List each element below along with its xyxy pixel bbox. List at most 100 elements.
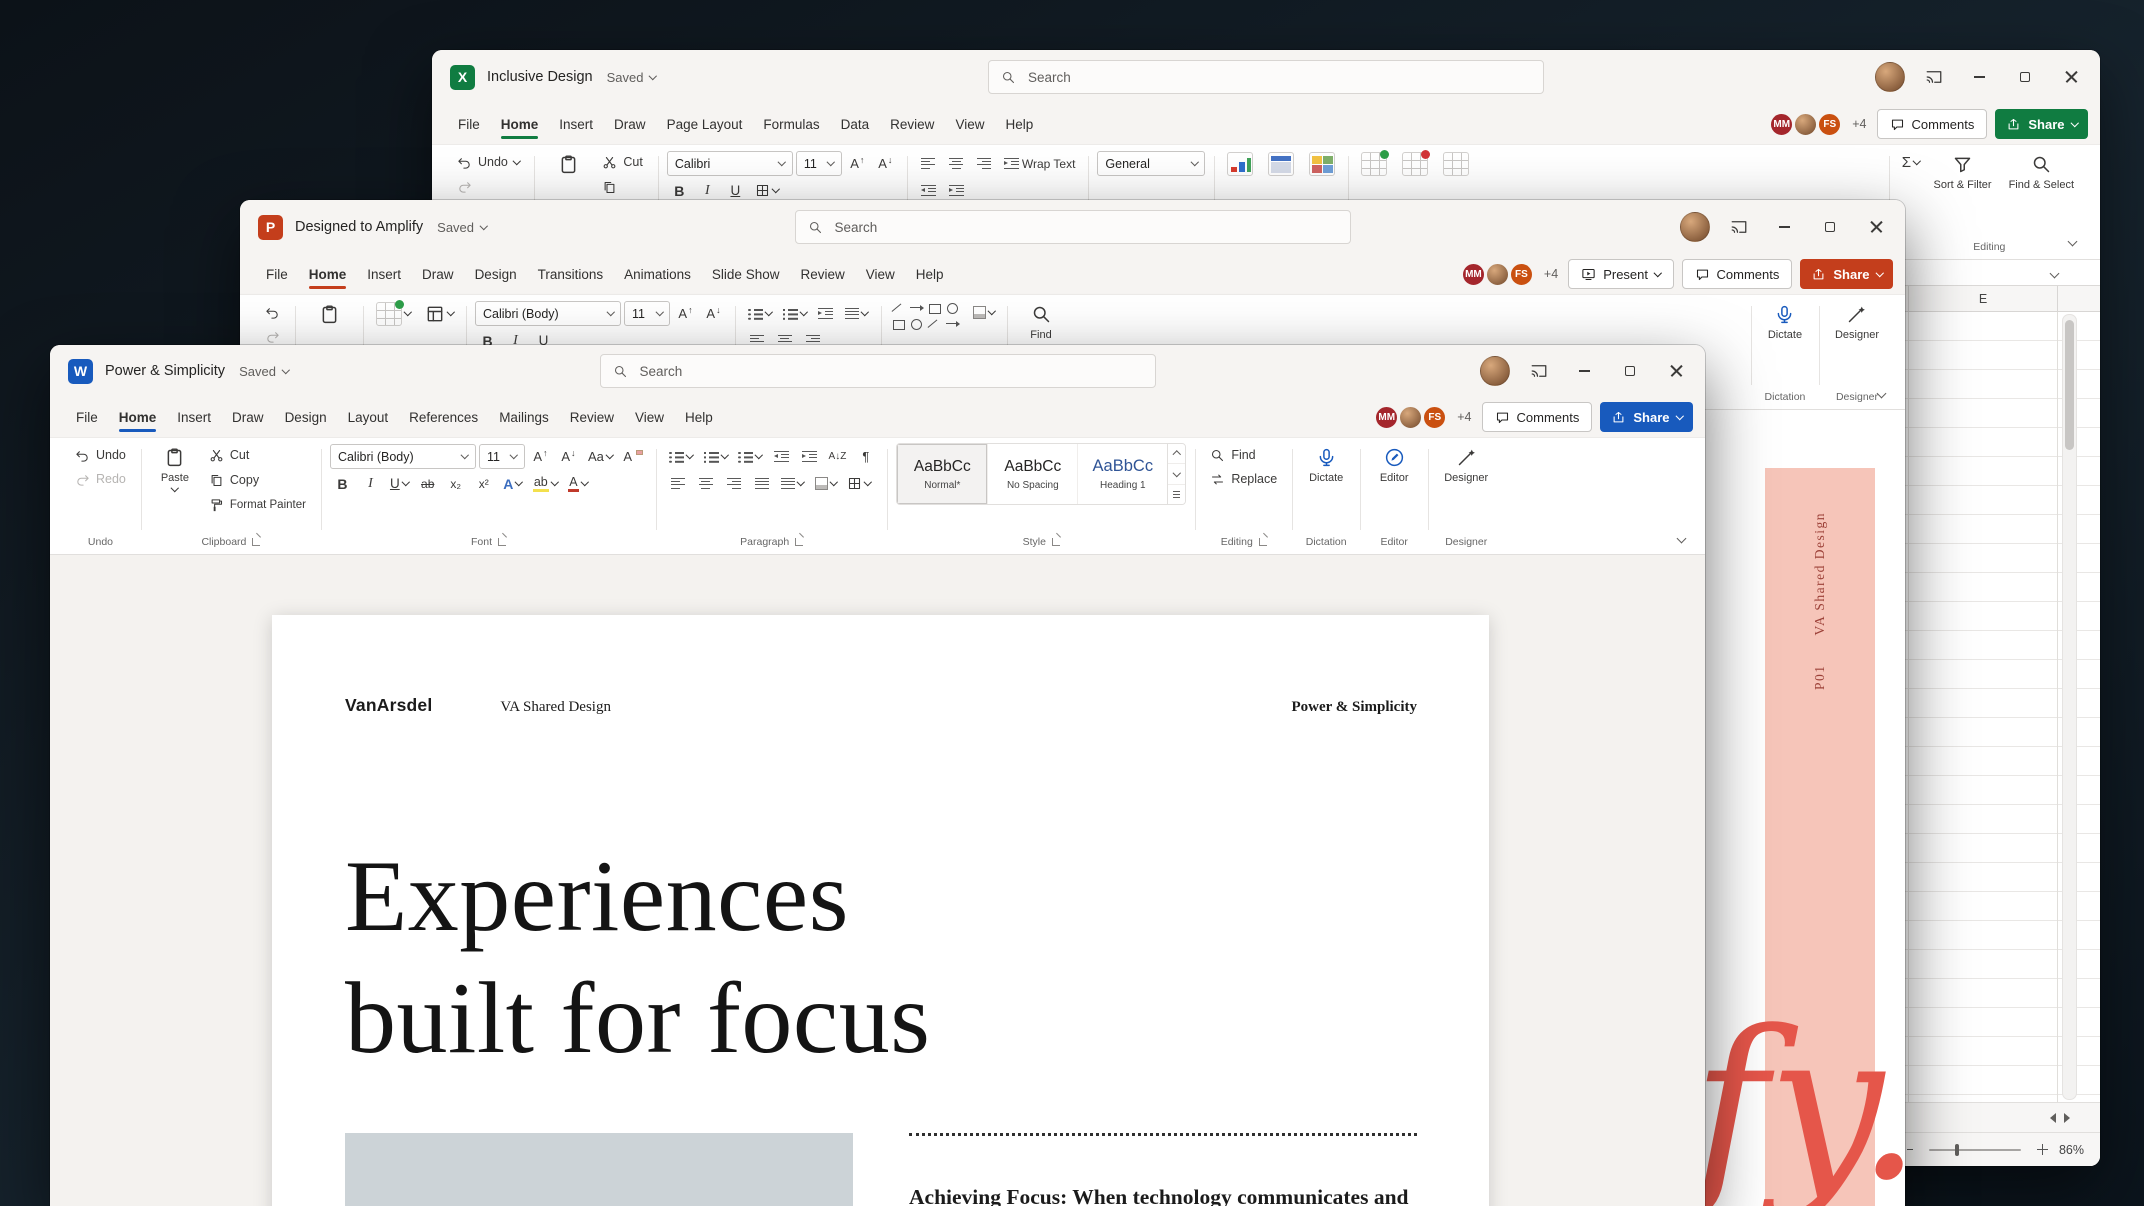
ppt-tab-transitions[interactable]: Transitions	[528, 258, 614, 291]
shape-icon[interactable]	[926, 316, 943, 331]
zoom-in-button[interactable]	[2031, 1141, 2049, 1159]
shape-fill-button[interactable]	[969, 300, 999, 325]
copy-button[interactable]: Copy	[203, 468, 265, 492]
style-scroll-up-button[interactable]	[1168, 444, 1186, 464]
clear-formatting-button[interactable]: A	[619, 444, 647, 469]
ppt-tab-animations[interactable]: Animations	[614, 258, 701, 291]
ppt-tab-slide-show[interactable]: Slide Show	[702, 258, 790, 291]
insert-cells-button[interactable]	[1357, 149, 1391, 176]
ppt-tab-home[interactable]: Home	[299, 258, 357, 291]
word-tab-home[interactable]: Home	[109, 401, 167, 434]
account-avatar-button[interactable]	[1473, 345, 1517, 397]
vertical-scrollbar[interactable]	[2062, 314, 2077, 1100]
rectangle-shape-icon[interactable]	[926, 300, 943, 315]
maximize-button[interactable]	[1607, 345, 1653, 397]
align-center-button[interactable]	[693, 471, 718, 496]
text-effects-button[interactable]: A	[499, 471, 526, 496]
word-tab-insert[interactable]: Insert	[167, 401, 221, 434]
designer-button[interactable]: Designer	[1437, 443, 1495, 484]
presence-avatar-mm[interactable]: MM	[1460, 261, 1486, 287]
excel-tab-home[interactable]: Home	[491, 108, 549, 141]
maximize-button[interactable]	[1807, 200, 1853, 254]
collapse-ribbon-button[interactable]	[1672, 529, 1691, 546]
shading-button[interactable]	[811, 471, 841, 496]
format-as-table-button[interactable]	[1264, 151, 1298, 176]
style-scroll-down-button[interactable]	[1168, 463, 1186, 484]
copy-button[interactable]	[596, 175, 623, 199]
arrow-shape-icon[interactable]	[908, 300, 925, 315]
excel-tab-view[interactable]: View	[945, 108, 994, 141]
number-format-combo[interactable]: General	[1097, 151, 1206, 176]
minimize-button[interactable]	[1761, 200, 1807, 254]
ppt-tab-insert[interactable]: Insert	[357, 258, 411, 291]
excel-tab-data[interactable]: Data	[831, 108, 880, 141]
decrease-indent-button[interactable]	[769, 444, 794, 469]
account-avatar-button[interactable]	[1673, 200, 1717, 254]
cast-icon[interactable]	[1517, 345, 1561, 397]
presence-avatar-fs[interactable]: FS	[1817, 111, 1843, 137]
word-tab-view[interactable]: View	[625, 401, 674, 434]
ppt-tab-view[interactable]: View	[856, 258, 905, 291]
borders-button[interactable]	[843, 471, 875, 496]
new-slide-button[interactable]	[372, 299, 415, 326]
line-shape-icon[interactable]	[890, 300, 907, 315]
shrink-font-button[interactable]: A ↓	[556, 444, 581, 469]
ppt-tab-file[interactable]: File	[256, 258, 298, 291]
grow-font-button[interactable]: A ↑	[528, 444, 553, 469]
close-button[interactable]	[1853, 200, 1899, 254]
shrink-font-button[interactable]: A ↓	[873, 151, 898, 176]
cell-styles-button[interactable]	[1305, 151, 1339, 176]
excel-search-input[interactable]	[1026, 68, 1531, 86]
share-button[interactable]: Share	[1600, 402, 1693, 432]
account-avatar-button[interactable]	[1868, 50, 1912, 104]
find-button[interactable]: Find	[1204, 443, 1283, 467]
excel-app-icon[interactable]: X	[450, 64, 475, 90]
dialog-launcher-icon[interactable]	[498, 538, 506, 546]
font-size-combo[interactable]: 11	[624, 301, 670, 326]
underline-button[interactable]: U	[386, 471, 412, 496]
comments-button[interactable]: Comments	[1481, 402, 1593, 432]
bullets-button[interactable]	[744, 301, 776, 326]
ppt-tab-draw[interactable]: Draw	[412, 258, 464, 291]
presence-avatar-mm[interactable]: MM	[1769, 111, 1795, 137]
numbering-button[interactable]	[700, 444, 732, 469]
italic-button[interactable]: I	[358, 471, 383, 496]
dialog-launcher-icon[interactable]	[795, 538, 804, 546]
style-gallery-expand-button[interactable]	[1168, 483, 1186, 504]
cut-button[interactable]: Cut	[596, 150, 648, 174]
column-header-e[interactable]: E	[1908, 286, 2058, 311]
designer-button[interactable]: Designer	[1828, 300, 1886, 341]
bullets-button[interactable]	[665, 444, 697, 469]
dialog-launcher-icon[interactable]	[252, 538, 261, 546]
dictate-button[interactable]: Dictate	[1301, 443, 1351, 484]
word-tab-review[interactable]: Review	[560, 401, 624, 434]
comments-button[interactable]: Comments	[1681, 259, 1793, 289]
collapse-ribbon-button[interactable]	[1872, 384, 1891, 401]
cast-icon[interactable]	[1912, 50, 1956, 104]
grow-font-button[interactable]: A ↑	[845, 151, 870, 176]
superscript-button[interactable]: x²	[471, 471, 496, 496]
font-name-combo[interactable]: Calibri (Body)	[475, 301, 621, 326]
powerpoint-app-icon[interactable]: P	[258, 214, 283, 240]
powerpoint-search-input[interactable]	[832, 218, 1338, 236]
excel-tab-insert[interactable]: Insert	[549, 108, 603, 141]
zoom-slider-thumb[interactable]	[1954, 1143, 1959, 1156]
paste-button[interactable]	[304, 300, 354, 325]
share-button[interactable]: Share	[1800, 259, 1893, 289]
numbering-button[interactable]	[779, 301, 811, 326]
cut-button[interactable]: Cut	[203, 443, 255, 467]
maximize-button[interactable]	[2002, 50, 2048, 104]
collapse-ribbon-button[interactable]	[2063, 232, 2082, 249]
formula-bar-collapse-button[interactable]	[2045, 264, 2064, 281]
line-spacing-button[interactable]	[777, 471, 808, 496]
word-tab-file[interactable]: File	[66, 401, 108, 434]
style-no-spacing[interactable]: AaBbCc No Spacing	[987, 444, 1078, 504]
wrap-text-button[interactable]: Wrap Text	[1000, 151, 1080, 176]
sort-button[interactable]: A↓Z	[825, 444, 851, 469]
align-left-button[interactable]	[916, 151, 941, 176]
word-tab-draw[interactable]: Draw	[222, 401, 274, 434]
ppt-tab-help[interactable]: Help	[906, 258, 954, 291]
scrollbar-thumb[interactable]	[2065, 320, 2074, 450]
autosum-button[interactable]: Σ	[1898, 150, 1924, 175]
powerpoint-search-box[interactable]	[794, 210, 1351, 244]
